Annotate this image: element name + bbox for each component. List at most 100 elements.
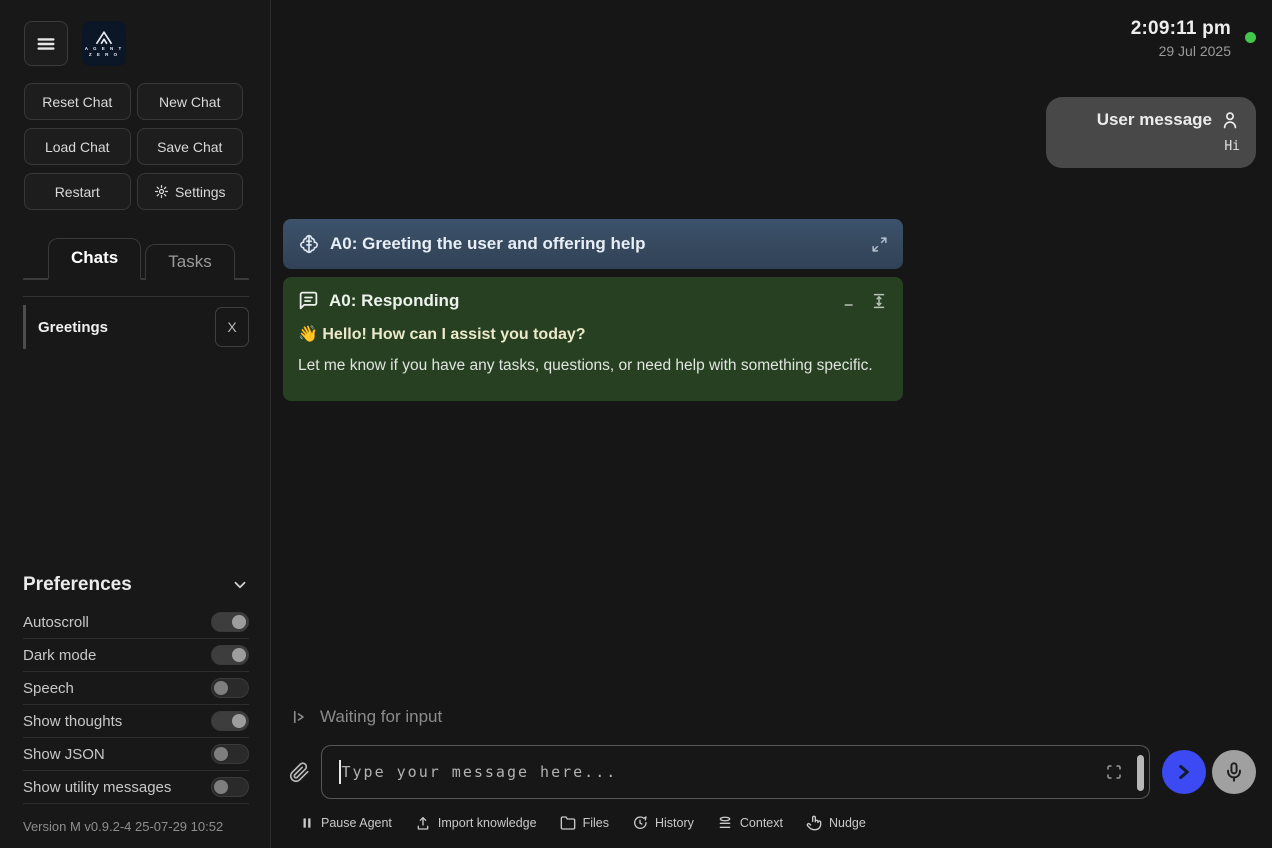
context-button[interactable]: Context bbox=[717, 815, 783, 831]
expand-input-icon[interactable] bbox=[1105, 763, 1123, 781]
user-message-title: User message bbox=[1096, 110, 1212, 129]
message-square-icon bbox=[298, 290, 319, 311]
toggle-knob bbox=[214, 780, 228, 794]
pref-row-autoscroll: Autoscroll bbox=[23, 606, 249, 639]
pref-row-show-utility: Show utility messages bbox=[23, 771, 249, 804]
agent-response-title: A0: Responding bbox=[329, 290, 460, 310]
toggle-knob bbox=[214, 681, 228, 695]
pref-row-dark-mode: Dark mode bbox=[23, 639, 249, 672]
preferences-section: Preferences Autoscroll Dark mode Speech … bbox=[23, 574, 249, 804]
show-thoughts-toggle[interactable] bbox=[211, 711, 249, 731]
toggle-knob bbox=[214, 747, 228, 761]
tool-label: Context bbox=[739, 816, 783, 830]
pref-row-show-json: Show JSON bbox=[23, 738, 249, 771]
agent-response-body: Let me know if you have any tasks, quest… bbox=[298, 357, 873, 374]
microphone-icon bbox=[1223, 761, 1245, 783]
input-prompt-icon bbox=[291, 708, 309, 726]
load-chat-button[interactable]: Load Chat bbox=[24, 128, 131, 165]
tool-label: Files bbox=[582, 816, 609, 830]
agent-status: Waiting for input bbox=[291, 707, 442, 727]
current-time: 2:09:11 pm bbox=[1130, 18, 1231, 39]
speech-toggle[interactable] bbox=[211, 678, 249, 698]
attachment-paperclip-icon[interactable] bbox=[289, 761, 310, 783]
user-message-bubble: User message Hi bbox=[1046, 97, 1256, 168]
show-utility-toggle[interactable] bbox=[211, 777, 249, 797]
hamburger-icon bbox=[35, 33, 57, 55]
restart-button[interactable]: Restart bbox=[24, 173, 131, 210]
hamburger-menu-button[interactable] bbox=[24, 21, 68, 66]
unfold-vertical-icon[interactable] bbox=[870, 292, 888, 310]
message-input-placeholder: Type your message here... bbox=[341, 763, 618, 781]
context-icon bbox=[717, 815, 733, 831]
microphone-button[interactable] bbox=[1212, 750, 1256, 794]
current-date: 29 Jul 2025 bbox=[1158, 43, 1231, 59]
agent-response-message: A0: Responding 👋 Hello! How can I assist… bbox=[283, 277, 903, 401]
folder-icon bbox=[560, 815, 576, 831]
tool-label: Nudge bbox=[828, 816, 866, 830]
toggle-knob bbox=[232, 648, 246, 662]
chat-list-item-greetings[interactable]: Greetings X bbox=[23, 305, 249, 349]
toggle-knob bbox=[232, 615, 246, 629]
text-caret bbox=[339, 760, 341, 784]
bottom-toolbar: Pause Agent Import knowledge Files Histo… bbox=[300, 815, 866, 831]
pref-label: Speech bbox=[23, 679, 74, 697]
agent-response-heading: 👋 Hello! How can I assist you today? bbox=[298, 326, 586, 343]
upload-icon bbox=[415, 815, 431, 831]
settings-button-label: Settings bbox=[174, 183, 226, 200]
pref-row-speech: Speech bbox=[23, 672, 249, 705]
history-icon bbox=[632, 815, 648, 831]
preferences-header[interactable]: Preferences bbox=[23, 574, 249, 596]
history-button[interactable]: History bbox=[632, 815, 694, 831]
agent-status-text: Waiting for input bbox=[320, 707, 443, 726]
sidebar-tabs: Chats Tasks bbox=[23, 238, 249, 280]
show-json-toggle[interactable] bbox=[211, 744, 249, 764]
new-chat-button[interactable]: New Chat bbox=[136, 83, 243, 120]
agent-topic-message: A0: Greeting the user and offering help bbox=[283, 219, 903, 269]
gear-icon bbox=[154, 184, 169, 199]
chevron-down-icon bbox=[231, 576, 249, 594]
settings-button[interactable]: Settings bbox=[136, 173, 243, 210]
save-chat-button[interactable]: Save Chat bbox=[136, 128, 243, 165]
sidebar-button-grid: Reset Chat New Chat Load Chat Save Chat … bbox=[24, 83, 243, 210]
import-knowledge-button[interactable]: Import knowledge bbox=[415, 815, 537, 831]
reset-chat-button[interactable]: Reset Chat bbox=[24, 83, 131, 120]
send-arrow-icon bbox=[1173, 761, 1195, 783]
user-icon bbox=[1220, 110, 1240, 130]
maximize-icon[interactable] bbox=[871, 236, 888, 253]
composer: Type your message here... bbox=[289, 745, 1256, 799]
pref-label: Show thoughts bbox=[23, 712, 123, 730]
minimize-icon[interactable] bbox=[842, 293, 858, 309]
pref-label: Show JSON bbox=[23, 745, 105, 763]
chat-list-divider bbox=[23, 296, 249, 297]
message-input[interactable]: Type your message here... bbox=[321, 745, 1150, 799]
pref-label: Dark mode bbox=[23, 646, 97, 664]
pause-agent-button[interactable]: Pause Agent bbox=[300, 816, 392, 830]
logo-triangle-icon bbox=[94, 30, 114, 46]
tool-label: History bbox=[654, 816, 694, 830]
preferences-title: Preferences bbox=[23, 574, 132, 595]
pref-label: Show utility messages bbox=[23, 778, 172, 796]
autoscroll-toggle[interactable] bbox=[211, 612, 249, 632]
chat-item-title: Greetings bbox=[38, 318, 109, 336]
chat-close-button[interactable]: X bbox=[215, 307, 249, 347]
pref-row-show-thoughts: Show thoughts bbox=[23, 705, 249, 738]
tool-label: Import knowledge bbox=[437, 816, 537, 830]
agent-topic-title: A0: Greeting the user and offering help bbox=[330, 234, 646, 253]
brain-icon bbox=[298, 233, 320, 255]
nudge-button[interactable]: Nudge bbox=[806, 815, 866, 831]
tool-label: Pause Agent bbox=[321, 816, 392, 830]
connection-status-dot bbox=[1245, 32, 1256, 43]
user-message-text: Hi bbox=[1224, 139, 1240, 154]
clock-widget: 2:09:11 pm 29 Jul 2025 bbox=[1131, 18, 1256, 59]
tab-tasks[interactable]: Tasks bbox=[145, 244, 235, 280]
pause-icon bbox=[300, 816, 314, 830]
tab-chats[interactable]: Chats bbox=[48, 238, 142, 280]
input-scrollbar-thumb[interactable] bbox=[1137, 755, 1144, 791]
dark-mode-toggle[interactable] bbox=[211, 645, 249, 665]
sidebar-top: A G E N T Z E R O bbox=[24, 21, 126, 66]
send-button[interactable] bbox=[1162, 750, 1206, 794]
version-label: Version M v0.9.2-4 25-07-29 10:52 bbox=[23, 819, 224, 834]
logo-text-line2: Z E R O bbox=[88, 51, 120, 57]
files-button[interactable]: Files bbox=[560, 815, 609, 831]
agent-zero-logo: A G E N T Z E R O bbox=[82, 21, 126, 66]
